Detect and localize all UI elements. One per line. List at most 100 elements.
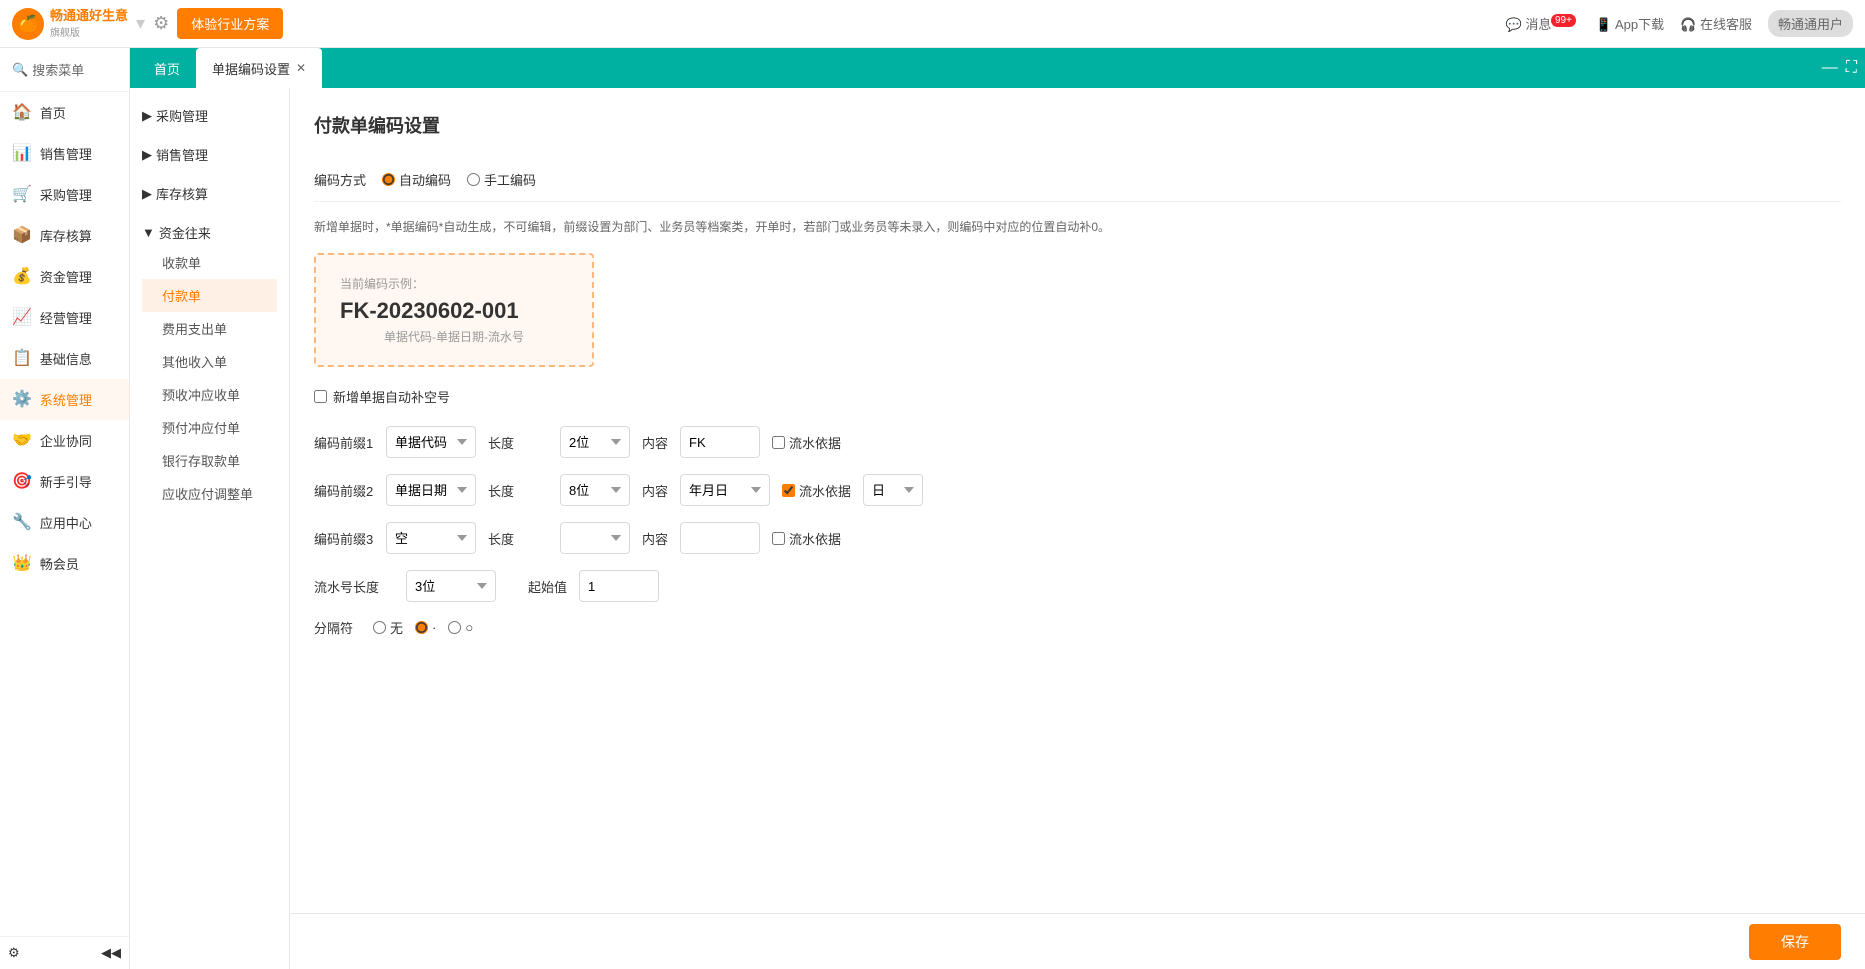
separator-label: 分隔符 — [314, 618, 353, 637]
start-value-label: 起始值 — [528, 577, 567, 596]
prefix1-content-input[interactable] — [680, 426, 760, 458]
sep-dot-radio[interactable]: · — [415, 620, 436, 635]
sidebar-bottom: ⚙ ◀◀ — [0, 936, 129, 969]
sidebar-item-guide[interactable]: 🎯 新手引导 — [0, 461, 129, 502]
auto-encode-input[interactable] — [382, 173, 395, 186]
messages-icon-area[interactable]: 💬 消息 99+ — [1506, 14, 1580, 33]
settings-icon[interactable]: ⚙ — [153, 13, 169, 34]
prefix2-label: 编码前缀2 — [314, 481, 374, 500]
encode-radio-group: 自动编码 手工编码 — [382, 170, 536, 189]
topbar: 🍊 畅通通好生意 旗舰版 ▾ ⚙ 体验行业方案 💬 消息 99+ 📱 App下载… — [0, 0, 1865, 48]
sidebar-item-membership[interactable]: 👑 畅会员 — [0, 543, 129, 584]
inventory-icon: 📦 — [12, 225, 32, 245]
auto-encode-radio[interactable]: 自动编码 — [382, 170, 451, 189]
tab-home[interactable]: 首页 — [138, 48, 196, 88]
sidebar-item-sales[interactable]: 📊 销售管理 — [0, 133, 129, 174]
user-avatar[interactable]: 畅通通用户 — [1768, 10, 1853, 37]
sub-item-receipt[interactable]: 收款单 — [142, 246, 277, 279]
sidebar-item-system[interactable]: ⚙️ 系统管理 — [0, 379, 129, 420]
tab-minimize-icon[interactable]: — — [1822, 59, 1838, 77]
online-service-link[interactable]: 🎧 在线客服 — [1680, 14, 1752, 33]
system-icon: ⚙️ — [12, 389, 32, 409]
logo-text: 畅通通好生意 — [50, 8, 128, 24]
topbar-right: 💬 消息 99+ 📱 App下载 🎧 在线客服 畅通通用户 — [1506, 10, 1854, 37]
prefix3-content-input[interactable] — [680, 522, 760, 554]
prefix1-serial-checkbox[interactable] — [772, 436, 785, 449]
sep-none-radio[interactable]: 无 — [373, 618, 403, 637]
finance-icon: 💰 — [12, 266, 32, 286]
prefix2-serial-unit-select[interactable]: 日 月 年 — [863, 474, 923, 506]
sidebar-item-enterprise[interactable]: 🤝 企业协同 — [0, 420, 129, 461]
serial-length-select[interactable]: 3位 4位 5位 6位 — [406, 570, 496, 602]
serial-length-label: 流水号长度 — [314, 577, 394, 596]
auto-fill-checkbox[interactable] — [314, 390, 327, 403]
auto-fill-label: 新增单据自动补空号 — [333, 387, 450, 406]
prefix1-length-select[interactable]: 2位 4位 6位 8位 — [560, 426, 630, 458]
encode-method-label: 编码方式 — [314, 170, 366, 189]
info-text: 新增单据时，*单据编码*自动生成，不可编辑，前缀设置为部门、业务员等档案类，开单… — [314, 218, 1841, 237]
experience-button[interactable]: 体验行业方案 — [177, 8, 283, 39]
config-row-2: 编码前缀2 单据日期 单据代码 空 部门 业务员 长度 8位 2位 4位 — [314, 474, 1841, 506]
sidebar-item-purchase[interactable]: 🛒 采购管理 — [0, 174, 129, 215]
save-button[interactable]: 保存 — [1749, 924, 1841, 960]
sidebar-item-inventory[interactable]: 📦 库存核算 — [0, 215, 129, 256]
prefix2-serial-checkbox[interactable] — [782, 484, 795, 497]
search-menu-btn[interactable]: 🔍 搜索菜单 — [8, 56, 121, 83]
sub-item-ar-ap-adjust[interactable]: 应收应付调整单 — [142, 477, 277, 510]
prefix2-serial-check[interactable]: 流水依据 — [782, 481, 851, 500]
prefix2-length-select[interactable]: 8位 2位 4位 6位 — [560, 474, 630, 506]
sub-group-sales-title[interactable]: ▶ 销售管理 — [142, 141, 277, 168]
tab-maximize-icon[interactable]: ⛶ — [1846, 59, 1857, 77]
collapse-icon[interactable]: ◀◀ — [101, 945, 121, 961]
sub-item-payment[interactable]: 付款单 — [142, 279, 277, 312]
basic-info-icon: 📋 — [12, 348, 32, 368]
sub-item-bank[interactable]: 银行存取款单 — [142, 444, 277, 477]
tab-close-icon[interactable]: ✕ — [296, 61, 306, 75]
sales-icon: 📊 — [12, 143, 32, 163]
prefix3-select[interactable]: 空 单据代码 单据日期 部门 业务员 — [386, 522, 476, 554]
prefix3-length-select[interactable]: 2位 4位 6位 8位 — [560, 522, 630, 554]
sub-item-other-income[interactable]: 其他收入单 — [142, 345, 277, 378]
sub-group-finance-title[interactable]: ▼ 资金往来 — [142, 219, 277, 246]
prefix2-select[interactable]: 单据日期 单据代码 空 部门 业务员 — [386, 474, 476, 506]
sidebar-item-apps[interactable]: 🔧 应用中心 — [0, 502, 129, 543]
sub-item-expense[interactable]: 费用支出单 — [142, 312, 277, 345]
preview-code: FK-20230602-001 — [340, 298, 568, 324]
sep-circle-radio[interactable]: ○ — [448, 620, 473, 635]
serial-config-row: 流水号长度 3位 4位 5位 6位 起始值 — [314, 570, 1841, 602]
tab-encode-settings[interactable]: 单据编码设置 ✕ — [196, 48, 322, 88]
manual-encode-input[interactable] — [467, 173, 480, 186]
manual-encode-radio[interactable]: 手工编码 — [467, 170, 536, 189]
app-download-link[interactable]: 📱 App下载 — [1596, 14, 1664, 33]
sep-dot-input[interactable] — [415, 621, 428, 634]
sub-item-pre-receipt[interactable]: 预收冲应收单 — [142, 378, 277, 411]
sep-circle-input[interactable] — [448, 621, 461, 634]
sub-group-purchase-title[interactable]: ▶ 采购管理 — [142, 102, 277, 129]
prefix2-content-select[interactable]: 年月日 年月 年 — [680, 474, 770, 506]
sub-sidebar: ▶ 采购管理 ▶ 销售管理 ▶ 库存核算 — [130, 88, 290, 969]
sub-item-pre-payment[interactable]: 预付冲应付单 — [142, 411, 277, 444]
main-body: ▶ 采购管理 ▶ 销售管理 ▶ 库存核算 — [130, 88, 1865, 969]
prefix3-serial-checkbox[interactable] — [772, 532, 785, 545]
auto-fill-row: 新增单据自动补空号 — [314, 387, 1841, 406]
prefix1-select[interactable]: 单据代码 单据日期 空 部门 业务员 — [386, 426, 476, 458]
sidebar-item-finance[interactable]: 💰 资金管理 — [0, 256, 129, 297]
sub-group-inventory-title[interactable]: ▶ 库存核算 — [142, 180, 277, 207]
sidebar-item-home[interactable]: 🏠 首页 — [0, 92, 129, 133]
nav-dropdown[interactable]: ▾ — [136, 13, 145, 34]
separator-row: 分隔符 无 · ○ — [314, 618, 1841, 637]
prefix1-serial-check[interactable]: 流水依据 — [772, 433, 841, 452]
sidebar-item-basic-info[interactable]: 📋 基础信息 — [0, 338, 129, 379]
right-panel: 付款单编码设置 编码方式 自动编码 手工编码 — [290, 88, 1865, 969]
sep-none-input[interactable] — [373, 621, 386, 634]
prefix3-serial-check[interactable]: 流水依据 — [772, 529, 841, 548]
sidebar-search-area[interactable]: 🔍 搜索菜单 — [0, 48, 129, 92]
prefix3-length-label: 长度 — [488, 529, 548, 548]
left-sidebar: 🔍 搜索菜单 🏠 首页 📊 销售管理 🛒 采购管理 📦 库存核算 💰 资金管理 … — [0, 48, 130, 969]
sub-group-sales: ▶ 销售管理 — [130, 135, 289, 174]
start-value-input[interactable] — [579, 570, 659, 602]
prefix1-length-label: 长度 — [488, 433, 548, 452]
logo-area: 🍊 畅通通好生意 旗舰版 — [12, 8, 128, 40]
settings-bottom-icon[interactable]: ⚙ — [8, 945, 20, 961]
sidebar-item-operations[interactable]: 📈 经营管理 — [0, 297, 129, 338]
